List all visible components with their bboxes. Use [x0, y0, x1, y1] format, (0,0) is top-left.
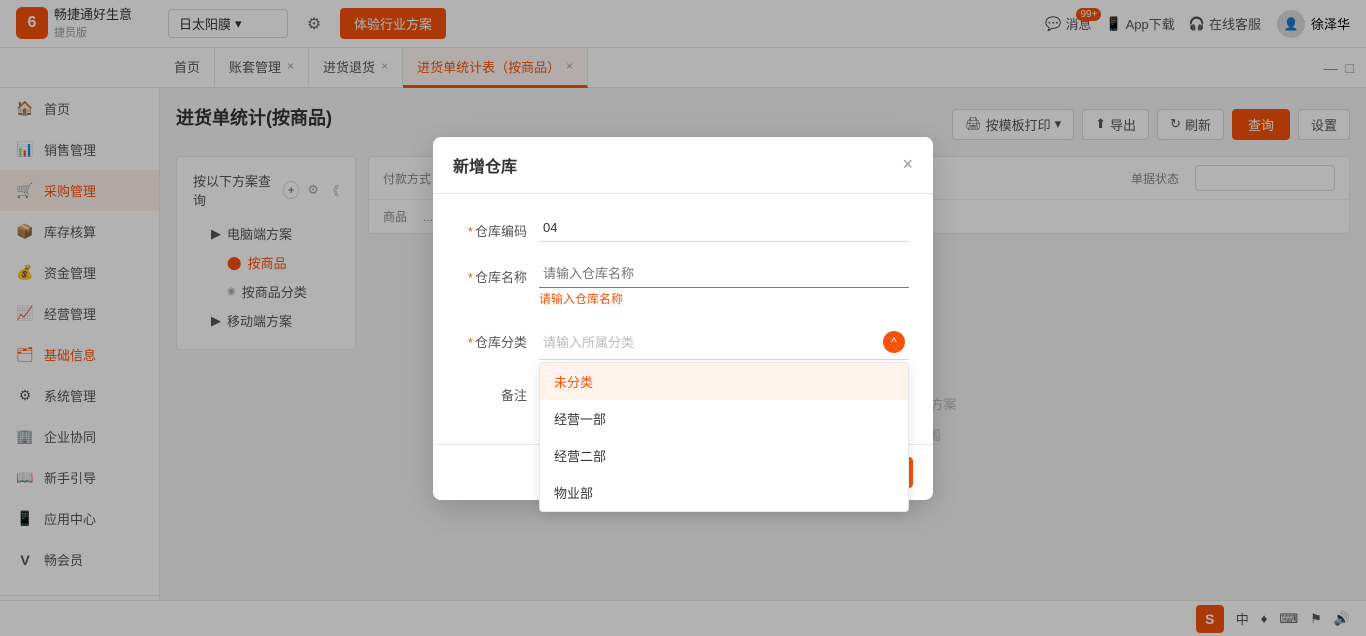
category-dropdown-list: 未分类 经营一部 经营二部 物业部 — [539, 362, 909, 512]
category-dropdown[interactable]: 请输入所属分类 ^ — [539, 325, 909, 360]
modal-close-icon[interactable]: × — [902, 154, 913, 175]
name-input[interactable] — [539, 260, 909, 288]
modal-title: 新增仓库 — [453, 153, 517, 177]
category-label: 仓库分类 — [457, 325, 527, 351]
modal-header: 新增仓库 × — [433, 137, 933, 194]
name-label: 仓库名称 — [457, 260, 527, 286]
form-row-name: 仓库名称 请输入仓库名称 — [457, 260, 909, 307]
modal-overlay: 新增仓库 × 仓库编码 仓库名称 请输入仓库名称 仓库分 — [0, 0, 1366, 636]
form-row-category: 仓库分类 请输入所属分类 ^ 未分类 经营一部 经营二部 物业部 — [457, 325, 909, 360]
dropdown-item-property[interactable]: 物业部 — [540, 474, 908, 511]
modal-body: 仓库编码 仓库名称 请输入仓库名称 仓库分类 请输入所属分类 — [433, 194, 933, 444]
name-error-msg: 请输入仓库名称 — [539, 290, 909, 307]
dropdown-item-dept2[interactable]: 经营二部 — [540, 437, 908, 474]
code-label: 仓库编码 — [457, 214, 527, 240]
dropdown-item-dept1[interactable]: 经营一部 — [540, 400, 908, 437]
remark-label: 备注 — [457, 378, 527, 404]
new-warehouse-modal: 新增仓库 × 仓库编码 仓库名称 请输入仓库名称 仓库分 — [433, 137, 933, 500]
chevron-up-icon: ^ — [883, 331, 905, 353]
name-input-wrapper: 请输入仓库名称 — [539, 260, 909, 307]
category-section: 请输入所属分类 ^ 未分类 经营一部 经营二部 物业部 — [539, 325, 909, 360]
dropdown-item-unclassified[interactable]: 未分类 — [540, 363, 908, 400]
code-input[interactable] — [539, 214, 909, 242]
category-placeholder: 请输入所属分类 — [543, 332, 634, 351]
form-row-code: 仓库编码 — [457, 214, 909, 242]
